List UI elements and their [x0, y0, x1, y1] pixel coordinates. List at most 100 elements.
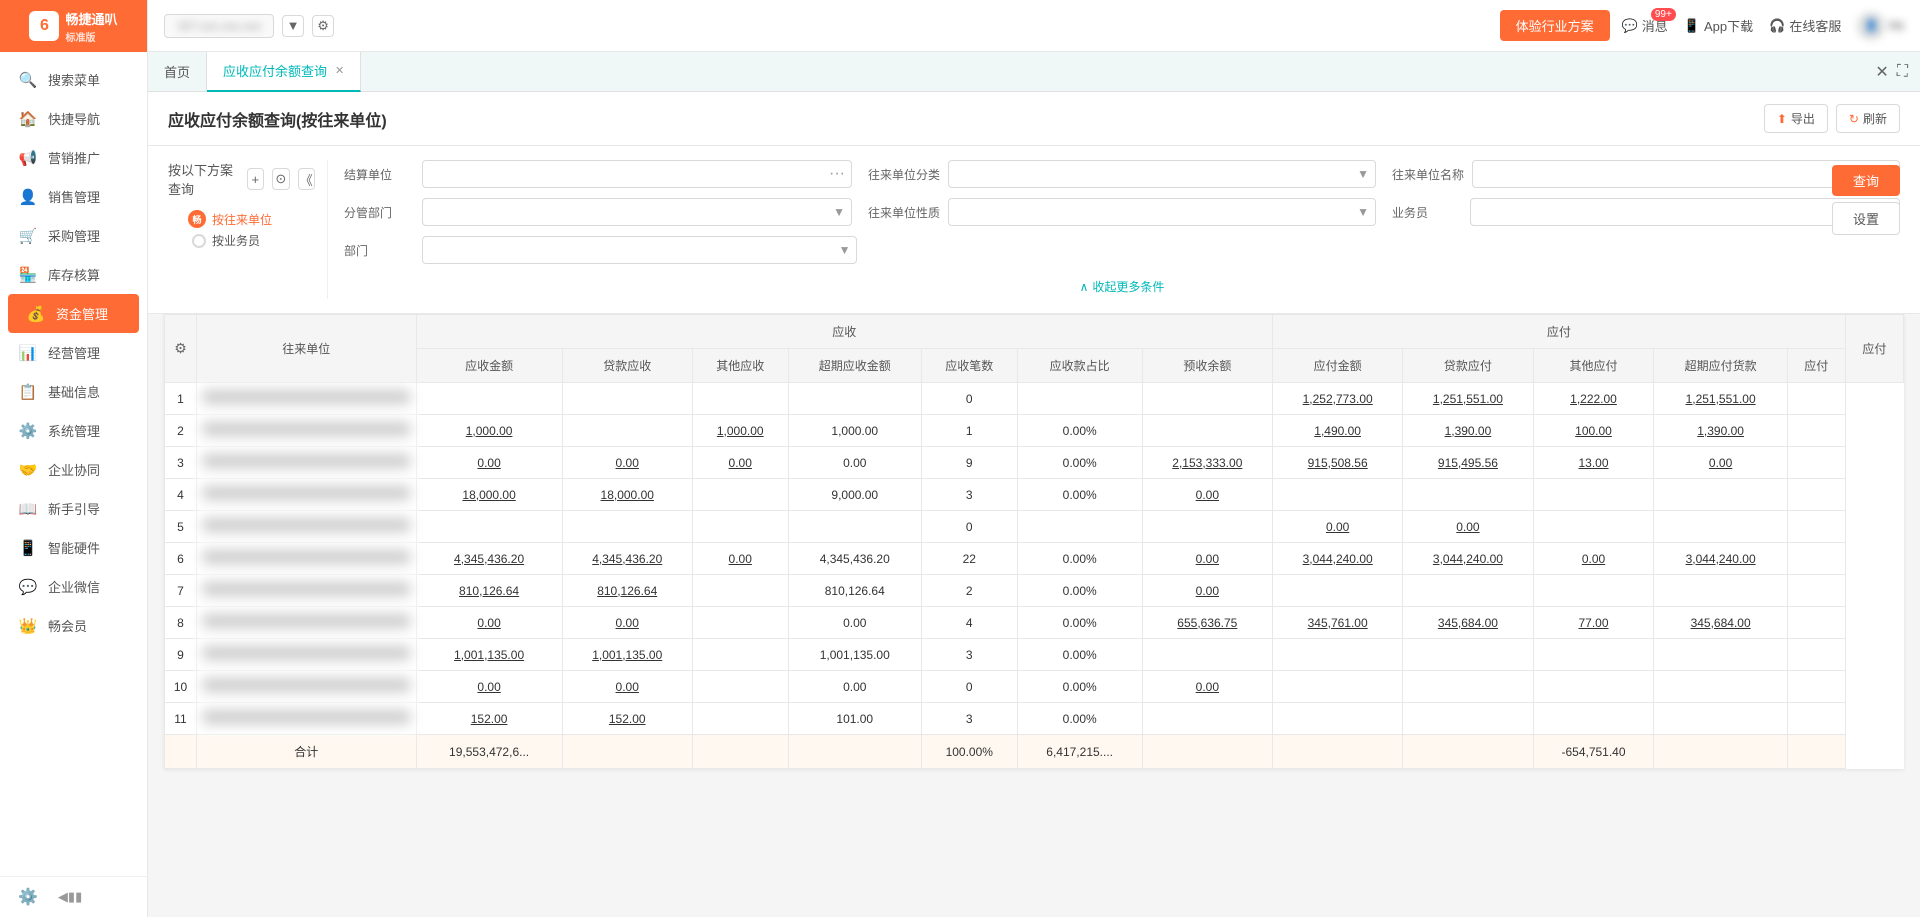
- table-cell[interactable]: 18,000.00: [562, 479, 692, 511]
- settings-button[interactable]: 设置: [1832, 202, 1900, 235]
- table-cell[interactable]: 0.00: [1654, 447, 1787, 479]
- table-cell: [1787, 511, 1845, 543]
- table-cell[interactable]: 0.00: [1142, 479, 1272, 511]
- sidebar-item-inventory[interactable]: 🏪 库存核算: [0, 255, 147, 294]
- table-cell[interactable]: 1,001,135.00: [416, 639, 562, 671]
- table-cell[interactable]: 1,000.00: [416, 415, 562, 447]
- table-cell[interactable]: 0.00: [1142, 671, 1272, 703]
- user-area[interactable]: 👤 Rit: [1857, 12, 1904, 40]
- messages-btn[interactable]: 💬 消息 99+: [1622, 16, 1668, 35]
- tab-ar-ap[interactable]: 应收应付余额查询 ✕: [207, 52, 361, 92]
- export-button[interactable]: ⬆ 导出: [1764, 104, 1828, 133]
- table-cell[interactable]: 152.00: [562, 703, 692, 735]
- filter-add-btn[interactable]: +: [247, 168, 265, 190]
- filter-option-by-unit[interactable]: 畅 按往来单位: [188, 210, 315, 228]
- table-cell[interactable]: 915,508.56: [1272, 447, 1402, 479]
- table-cell[interactable]: 810,126.64: [416, 575, 562, 607]
- table-cell[interactable]: 0.00: [1142, 575, 1272, 607]
- company-cell: [197, 607, 417, 639]
- query-button[interactable]: 查询: [1832, 165, 1900, 196]
- tab-home[interactable]: 首页: [148, 52, 207, 92]
- sidebar-item-hardware[interactable]: 📱 智能硬件: [0, 528, 147, 567]
- sidebar-item-system[interactable]: ⚙️ 系统管理: [0, 411, 147, 450]
- table-cell[interactable]: 345,684.00: [1654, 607, 1787, 639]
- table-cell[interactable]: 0.00: [562, 447, 692, 479]
- table-cell[interactable]: 152.00: [416, 703, 562, 735]
- table-cell[interactable]: 100.00: [1533, 415, 1654, 447]
- filter-settings-btn[interactable]: ⊙: [272, 168, 290, 190]
- sidebar-item-operation[interactable]: 📊 经营管理: [0, 333, 147, 372]
- dept-input[interactable]: ▼: [422, 236, 857, 264]
- table-cell[interactable]: 0.00: [1403, 511, 1533, 543]
- breadcrumb-dropdown-btn[interactable]: ▼: [282, 15, 304, 37]
- tab-close-window-btn[interactable]: ✕: [1875, 62, 1888, 82]
- table-cell[interactable]: 2,153,333.00: [1142, 447, 1272, 479]
- table-cell[interactable]: 0.00: [416, 607, 562, 639]
- table-cell[interactable]: 13.00: [1533, 447, 1654, 479]
- table-cell[interactable]: 0.00: [562, 607, 692, 639]
- table-cell[interactable]: 0.00: [1272, 511, 1402, 543]
- table-cell[interactable]: 1,490.00: [1272, 415, 1402, 447]
- table-cell[interactable]: 18,000.00: [416, 479, 562, 511]
- table-cell[interactable]: 3,044,240.00: [1654, 543, 1787, 575]
- table-cell[interactable]: 4,345,436.20: [416, 543, 562, 575]
- online-service-btn[interactable]: 🎧 在线客服: [1769, 16, 1841, 35]
- collapse-filter-btn[interactable]: ∧ 收起更多条件: [344, 274, 1900, 299]
- table-cell[interactable]: 915,495.56: [1403, 447, 1533, 479]
- breadcrumb-settings-btn[interactable]: ⚙: [312, 15, 334, 37]
- table-cell[interactable]: 1,222.00: [1533, 383, 1654, 415]
- filter-collapse-btn[interactable]: 《: [298, 168, 316, 190]
- table-cell[interactable]: 810,126.64: [562, 575, 692, 607]
- sidebar-item-purchase[interactable]: 🛒 采购管理: [0, 216, 147, 255]
- table-cell[interactable]: 0.00: [1533, 543, 1654, 575]
- table-cell[interactable]: 0.00: [416, 447, 562, 479]
- unit-name-label: 往来单位名称: [1392, 166, 1464, 183]
- collapse-sidebar-icon[interactable]: ◀▮▮: [58, 889, 82, 905]
- sidebar-item-sales[interactable]: 👤 销售管理: [0, 177, 147, 216]
- table-settings-icon[interactable]: ⚙: [174, 340, 187, 356]
- table-cell[interactable]: 1,252,773.00: [1272, 383, 1402, 415]
- settings-col-header[interactable]: ⚙: [165, 315, 197, 383]
- table-cell[interactable]: 1,390.00: [1654, 415, 1787, 447]
- table-cell[interactable]: 0.00: [562, 671, 692, 703]
- sidebar-item-quick-nav[interactable]: 🏠 快捷导航: [0, 99, 147, 138]
- sidebar-item-finance[interactable]: 💰 资金管理: [8, 294, 139, 333]
- table-cell[interactable]: 3,044,240.00: [1272, 543, 1402, 575]
- filter-option-by-staff[interactable]: 按业务员: [188, 232, 315, 249]
- unit-category-input[interactable]: ▼: [948, 160, 1376, 188]
- unit-nature-input[interactable]: ▼: [948, 198, 1376, 226]
- settings-bottom-icon[interactable]: ⚙️: [18, 887, 38, 907]
- table-cell[interactable]: 655,636.75: [1142, 607, 1272, 639]
- table-cell: [1787, 671, 1845, 703]
- dept-manage-input[interactable]: ▼: [422, 198, 852, 226]
- table-cell[interactable]: 1,390.00: [1403, 415, 1533, 447]
- sidebar-item-wechat[interactable]: 💬 企业微信: [0, 567, 147, 606]
- purchase-label: 采购管理: [48, 226, 100, 245]
- table-cell[interactable]: 1,251,551.00: [1403, 383, 1533, 415]
- table-cell[interactable]: 1,001,135.00: [562, 639, 692, 671]
- table-cell[interactable]: 0.00: [692, 543, 788, 575]
- table-cell[interactable]: 0.00: [692, 447, 788, 479]
- table-cell[interactable]: 1,251,551.00: [1654, 383, 1787, 415]
- tab-close-icon[interactable]: ✕: [335, 64, 344, 77]
- table-cell[interactable]: 345,684.00: [1403, 607, 1533, 639]
- table-cell[interactable]: 345,761.00: [1272, 607, 1402, 639]
- solution-button[interactable]: 体验行业方案: [1500, 10, 1610, 41]
- table-cell[interactable]: 77.00: [1533, 607, 1654, 639]
- sidebar-item-guide[interactable]: 📖 新手引导: [0, 489, 147, 528]
- app-download-btn[interactable]: 📱 App下载: [1684, 16, 1753, 35]
- table-cell[interactable]: 1,000.00: [692, 415, 788, 447]
- table-cell[interactable]: 3,044,240.00: [1403, 543, 1533, 575]
- table-cell[interactable]: 0.00: [416, 671, 562, 703]
- settlement-unit-input[interactable]: ···: [422, 160, 852, 188]
- sidebar-item-member[interactable]: 👑 畅会员: [0, 606, 147, 645]
- sidebar-item-marketing[interactable]: 📢 营销推广: [0, 138, 147, 177]
- table-cell[interactable]: 0.00: [1142, 543, 1272, 575]
- tab-fullscreen-btn[interactable]: ⛶: [1897, 63, 1908, 81]
- sidebar-item-basic-info[interactable]: 📋 基础信息: [0, 372, 147, 411]
- sidebar-item-cooperation[interactable]: 🤝 企业协同: [0, 450, 147, 489]
- refresh-button[interactable]: ↻ 刷新: [1836, 104, 1900, 133]
- sidebar-bottom[interactable]: ⚙️ ◀▮▮: [0, 876, 147, 917]
- table-cell[interactable]: 4,345,436.20: [562, 543, 692, 575]
- sidebar-item-search-menu[interactable]: 🔍 搜索菜单: [0, 60, 147, 99]
